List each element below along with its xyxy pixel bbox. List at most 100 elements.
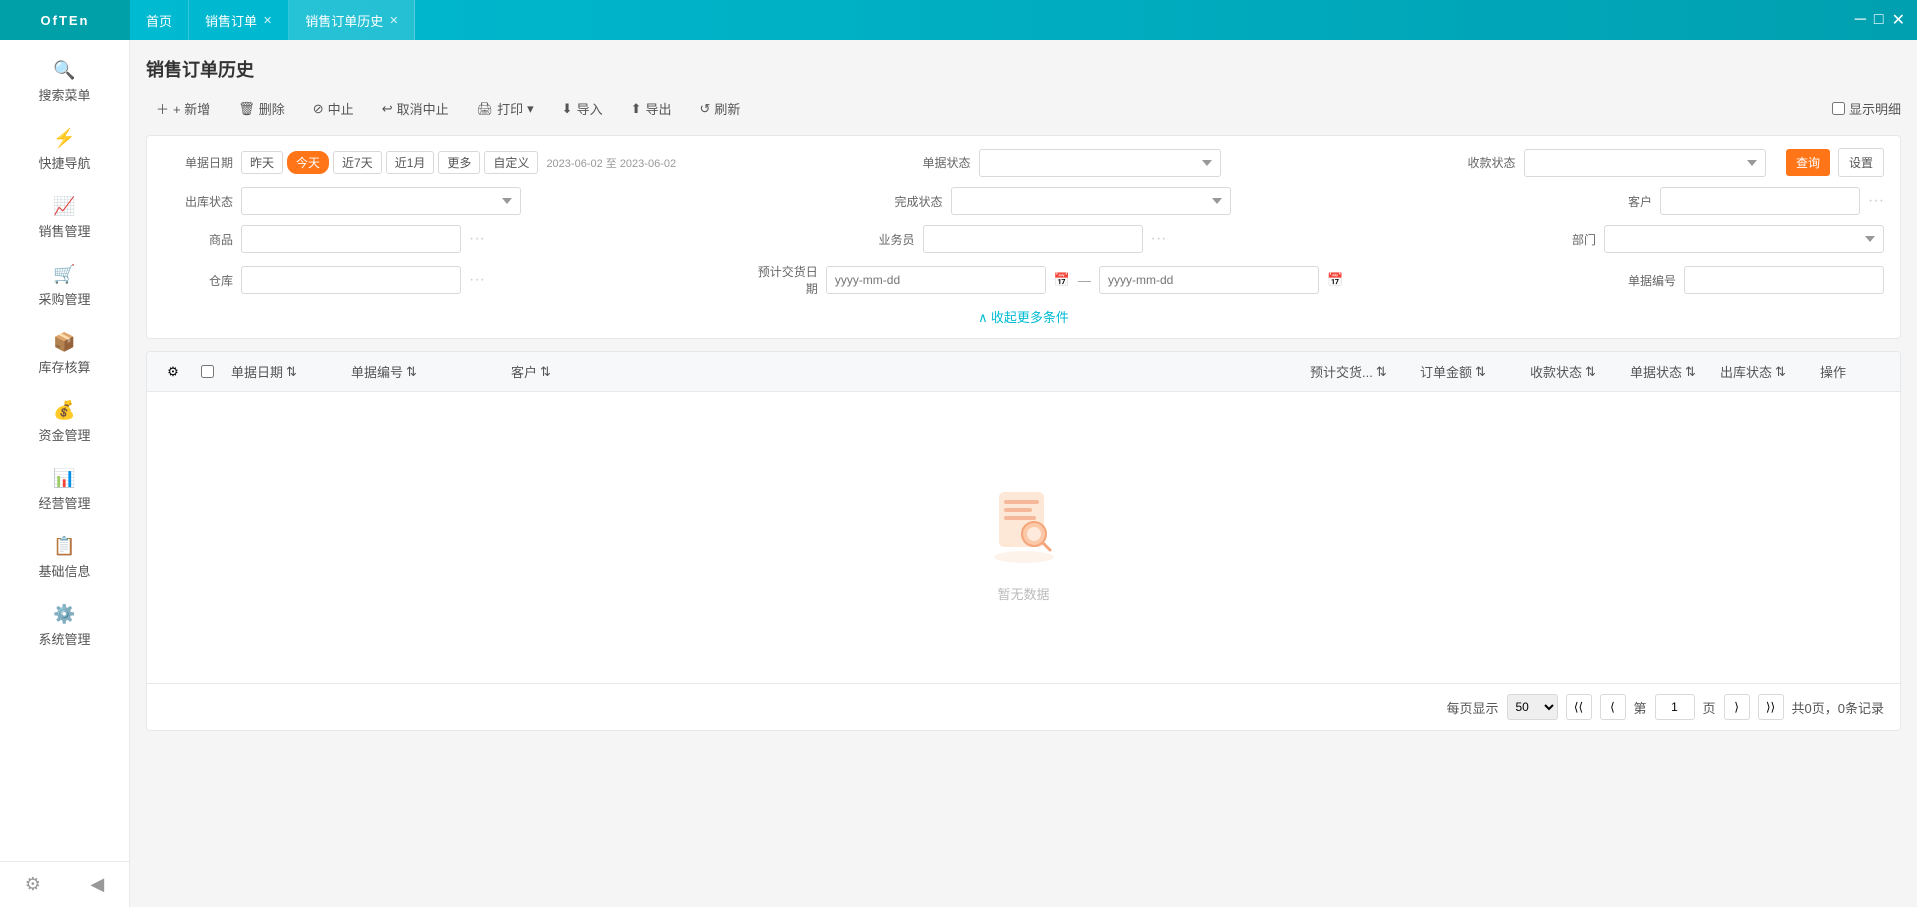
page-next-btn[interactable]: ⟩ — [1724, 694, 1750, 720]
customer-dots[interactable]: ··· — [1868, 192, 1884, 210]
brand-logo: OfTEn — [0, 0, 130, 40]
system-icon: ⚙️ — [53, 604, 75, 625]
th-action: 操作 — [1812, 362, 1892, 381]
date-7days-btn[interactable]: 近7天 — [333, 151, 382, 174]
sidebar-collapse-icon[interactable]: ◀ — [90, 874, 104, 895]
filter-panel: 单据日期 昨天 今天 近7天 近1月 更多 自定义 2023-06-02 至 2… — [146, 135, 1901, 339]
sidebar-item-basic-info[interactable]: 📋 基础信息 — [0, 524, 129, 592]
department-select[interactable] — [1604, 225, 1884, 253]
quick-nav-icon: ⚡ — [53, 128, 75, 149]
page-size-label: 每页显示 — [1446, 698, 1498, 717]
th-customer[interactable]: 客户 ⇅ — [503, 362, 1302, 381]
sidebar-settings-icon[interactable]: ⚙ — [25, 874, 41, 895]
import-button[interactable]: ⬇ 导入 — [552, 94, 613, 123]
th-receipt-status[interactable]: 收款状态 ⇅ — [1522, 362, 1622, 381]
product-input[interactable] — [241, 225, 461, 253]
display-detail-toggle[interactable]: 显示明细 — [1832, 99, 1901, 118]
th-delivery[interactable]: 预计交货... ⇅ — [1302, 362, 1412, 381]
th-out-sort-icon: ⇅ — [1775, 364, 1786, 380]
tab-sales-order-history-close[interactable]: ✕ — [389, 14, 398, 27]
date-custom-btn[interactable]: 自定义 — [484, 151, 538, 174]
order-status-label: 单据状态 — [901, 154, 971, 171]
sales-icon: 📈 — [53, 196, 75, 217]
date-today-btn[interactable]: 今天 — [287, 151, 329, 174]
sidebar-item-search[interactable]: 🔍 搜索菜单 — [0, 48, 129, 116]
window-close-icon[interactable]: ✕ — [1892, 10, 1905, 30]
warehouse-input[interactable] — [241, 266, 461, 294]
refresh-button[interactable]: ↺ 刷新 — [690, 94, 751, 123]
empty-illustration — [974, 472, 1074, 572]
tab-sales-order-history[interactable]: 销售订单历史 ✕ — [289, 0, 415, 40]
page-last-btn[interactable]: ⟩⟩ — [1758, 694, 1784, 720]
product-label: 商品 — [163, 231, 233, 248]
out-status-select[interactable] — [241, 187, 521, 215]
toolbar: ＋ + 新增 🗑 删除 ⊘ 中止 ↩ 取消中止 🖨 打印 ▾ ⬇ — [146, 94, 1901, 123]
sidebar-item-finance[interactable]: 💰 资金管理 — [0, 388, 129, 456]
warehouse-dots[interactable]: ··· — [469, 271, 485, 289]
query-button[interactable]: 查询 — [1786, 149, 1830, 176]
sidebar-item-sales[interactable]: 📈 销售管理 — [0, 184, 129, 252]
salesperson-dots[interactable]: ··· — [1151, 230, 1167, 248]
export-button[interactable]: ⬆ 导出 — [621, 94, 682, 123]
cancel-stop-button[interactable]: ↩ 取消中止 — [372, 94, 459, 123]
sidebar-item-purchase[interactable]: 🛒 采购管理 — [0, 252, 129, 320]
table-select-all-checkbox[interactable] — [191, 365, 223, 378]
window-minimize-icon[interactable]: ─ — [1855, 11, 1866, 29]
page-first-btn[interactable]: ⟨⟨ — [1566, 694, 1592, 720]
th-delivery-sort-icon: ⇅ — [1376, 364, 1387, 380]
collapse-row[interactable]: ∧ 收起更多条件 — [163, 307, 1884, 326]
date-separator: — — [1078, 273, 1091, 288]
empty-state: 暂无数据 — [147, 392, 1900, 683]
tab-sales-order[interactable]: 销售订单 ✕ — [189, 0, 289, 40]
settings-button[interactable]: 设置 — [1838, 148, 1884, 177]
customer-input[interactable] — [1660, 187, 1860, 215]
window-maximize-icon[interactable]: □ — [1874, 11, 1884, 29]
page-num-prefix: 第 — [1634, 698, 1647, 717]
page-size-select[interactable]: 50 100 200 — [1507, 694, 1558, 720]
business-icon: 📊 — [53, 468, 75, 489]
sidebar-item-quicknav[interactable]: ⚡ 快捷导航 — [0, 116, 129, 184]
salesperson-input[interactable] — [923, 225, 1143, 253]
th-order-no[interactable]: 单据编号 ⇅ — [343, 362, 503, 381]
order-no-input[interactable] — [1684, 266, 1884, 294]
tab-sales-order-close[interactable]: ✕ — [263, 14, 272, 27]
sidebar-item-inventory[interactable]: 📦 库存核算 — [0, 320, 129, 388]
sidebar-item-business[interactable]: 📊 经营管理 — [0, 456, 129, 524]
date-more-btn[interactable]: 更多 — [438, 151, 480, 174]
th-amount[interactable]: 订单金额 ⇅ — [1412, 362, 1522, 381]
stop-icon: ⊘ — [313, 101, 324, 117]
brand-text: OfTEn — [41, 13, 90, 28]
page-prev-btn[interactable]: ⟨ — [1600, 694, 1626, 720]
page-number-input[interactable] — [1655, 694, 1695, 720]
new-button[interactable]: ＋ + 新增 — [146, 94, 220, 123]
th-out-status[interactable]: 出库状态 ⇅ — [1712, 362, 1812, 381]
th-date[interactable]: 单据日期 ⇅ — [223, 362, 343, 381]
date-30days-btn[interactable]: 近1月 — [386, 151, 435, 174]
order-status-select[interactable] — [979, 149, 1221, 177]
new-icon: ＋ — [156, 99, 169, 118]
th-order-status[interactable]: 单据状态 ⇅ — [1622, 362, 1712, 381]
complete-status-select[interactable] — [951, 187, 1231, 215]
sidebar-item-system[interactable]: ⚙️ 系统管理 — [0, 592, 129, 660]
receipt-status-select[interactable] — [1524, 149, 1766, 177]
date-filter-label: 单据日期 — [163, 154, 233, 171]
print-icon: 🖨 — [477, 101, 494, 117]
tab-home[interactable]: 首页 — [130, 0, 189, 40]
product-dots[interactable]: ··· — [469, 230, 485, 248]
delivery-date-end-input[interactable] — [1099, 266, 1319, 294]
calendar-end-icon[interactable]: 📅 — [1327, 272, 1343, 288]
display-detail-checkbox[interactable] — [1832, 102, 1845, 115]
import-icon: ⬇ — [562, 101, 573, 117]
delete-button[interactable]: 🗑 删除 — [228, 94, 295, 123]
calendar-start-icon[interactable]: 📅 — [1054, 272, 1070, 288]
date-yesterday-btn[interactable]: 昨天 — [241, 151, 283, 174]
date-quick-btns: 昨天 今天 近7天 近1月 更多 自定义 — [241, 151, 538, 174]
stop-button[interactable]: ⊘ 中止 — [303, 94, 364, 123]
table-settings-icon[interactable]: ⚙ — [155, 364, 191, 380]
th-date-sort-icon: ⇅ — [286, 364, 297, 380]
print-dropdown-icon: ▾ — [527, 101, 534, 117]
table-header: ⚙ 单据日期 ⇅ 单据编号 ⇅ 客户 ⇅ 预计交货... — [147, 352, 1900, 392]
print-button[interactable]: 🖨 打印 ▾ — [467, 94, 544, 123]
empty-text: 暂无数据 — [997, 584, 1049, 603]
delivery-date-start-input[interactable] — [826, 266, 1046, 294]
